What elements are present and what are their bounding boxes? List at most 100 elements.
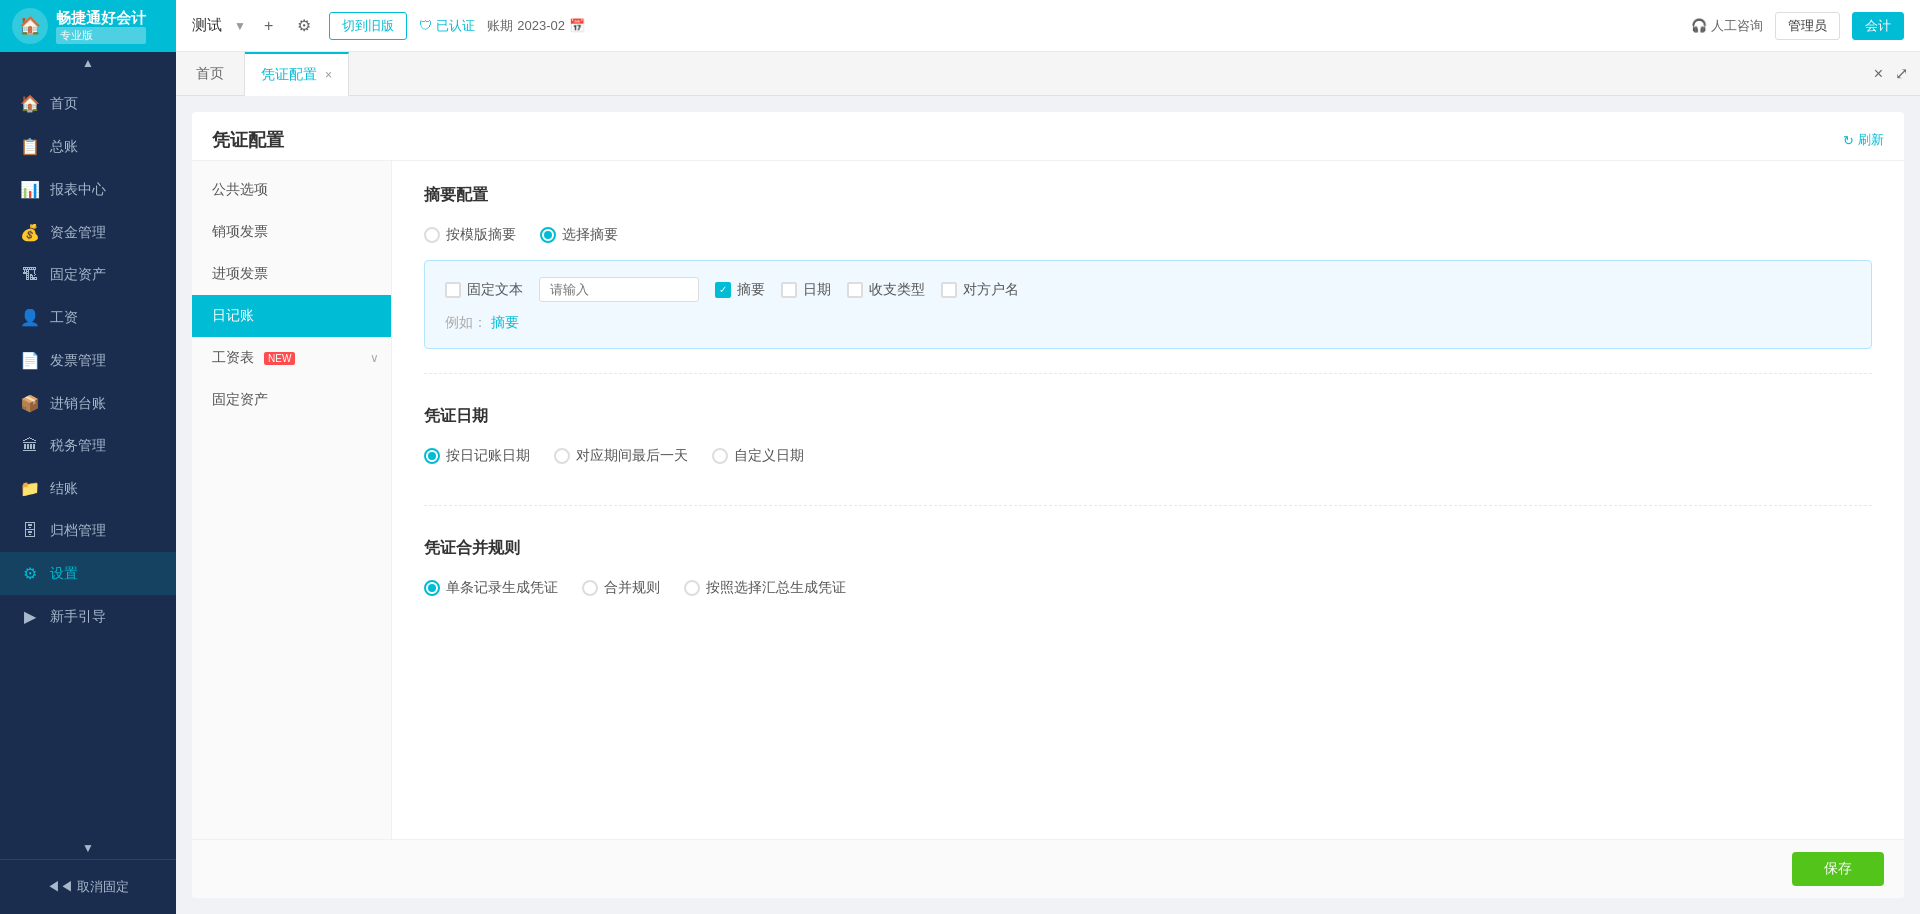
right-content: 摘要配置 按模版摘要 选择摘要 bbox=[392, 161, 1904, 839]
radio-select-merge[interactable]: 按照选择汇总生成凭证 bbox=[684, 579, 846, 597]
calendar-icon[interactable]: 📅 bbox=[569, 18, 585, 33]
close-account-icon: 📁 bbox=[20, 479, 40, 498]
radio-select-summary[interactable]: 选择摘要 bbox=[540, 226, 618, 244]
voucher-date-title: 凭证日期 bbox=[424, 406, 1872, 427]
tab-actions: × ⤢ bbox=[1862, 60, 1920, 87]
radio-merge[interactable]: 合并规则 bbox=[582, 579, 660, 597]
left-nav-sales-invoice[interactable]: 销项发票 bbox=[192, 211, 391, 253]
sidebar-scroll-up[interactable]: ▲ bbox=[0, 52, 176, 74]
left-nav-diary-label: 日记账 bbox=[212, 307, 254, 323]
left-nav-fixed-assets[interactable]: 固定资产 bbox=[192, 379, 391, 421]
sidebar-item-wages-label: 工资 bbox=[50, 309, 78, 327]
left-nav-payroll-label: 工资表 bbox=[212, 349, 254, 367]
radio-merge-circle bbox=[582, 580, 598, 596]
content-area: 凭证配置 ↻ 刷新 公共选项 销项发票 bbox=[176, 96, 1920, 914]
left-nav-sales-invoice-label: 销项发票 bbox=[212, 223, 268, 239]
manager-button[interactable]: 管理员 bbox=[1775, 12, 1840, 40]
checkbox-summary-box: ✓ bbox=[715, 282, 731, 298]
topbar: 测试 ▼ + ⚙ 切到旧版 🛡 已认证 账期 2023-02 📅 🎧 人工咨询 … bbox=[176, 0, 1920, 52]
radio-period-last[interactable]: 对应期间最后一天 bbox=[554, 447, 688, 465]
radio-single[interactable]: 单条记录生成凭证 bbox=[424, 579, 558, 597]
sidebar-item-guide[interactable]: ▶ 新手引导 bbox=[0, 595, 176, 638]
refresh-button[interactable]: ↻ 刷新 bbox=[1843, 131, 1884, 149]
checkbox-counterpart-box bbox=[941, 282, 957, 298]
example-value: 摘要 bbox=[491, 314, 519, 330]
save-button[interactable]: 保存 bbox=[1792, 852, 1884, 886]
checkbox-date-box bbox=[781, 282, 797, 298]
sidebar-item-guide-label: 新手引导 bbox=[50, 608, 106, 626]
checkbox-income-type[interactable]: 收支类型 bbox=[847, 281, 925, 299]
tabbar: 首页 凭证配置 × × ⤢ bbox=[176, 52, 1920, 96]
radio-template-summary[interactable]: 按模版摘要 bbox=[424, 226, 516, 244]
fullscreen-button[interactable]: ⤢ bbox=[1891, 60, 1912, 87]
refresh-label: 刷新 bbox=[1858, 131, 1884, 149]
radio-diary-date-label: 按日记账日期 bbox=[446, 447, 530, 465]
tab-close-icon[interactable]: × bbox=[325, 68, 332, 82]
reports-icon: 📊 bbox=[20, 180, 40, 199]
example-label: 例如： bbox=[445, 314, 487, 330]
tab-home[interactable]: 首页 bbox=[176, 52, 245, 96]
left-nav-purchase-invoice[interactable]: 进项发票 bbox=[192, 253, 391, 295]
radio-diary-date-circle bbox=[424, 448, 440, 464]
consult-button[interactable]: 🎧 人工咨询 bbox=[1691, 17, 1763, 35]
sidebar-item-funds[interactable]: 💰 资金管理 bbox=[0, 211, 176, 254]
new-badge: NEW bbox=[264, 352, 295, 365]
section-voucher-date: 凭证日期 按日记账日期 对应期间最后一天 bbox=[424, 406, 1872, 506]
checkbox-summary[interactable]: ✓ 摘要 bbox=[715, 281, 765, 299]
sidebar-item-home[interactable]: 🏠 首页 bbox=[0, 82, 176, 125]
sidebar: 🏠 畅捷通好会计 专业版 ▲ 🏠 首页 📋 总账 📊 报表中心 💰 bbox=[0, 0, 176, 914]
radio-single-label: 单条记录生成凭证 bbox=[446, 579, 558, 597]
topbar-dropdown[interactable]: ▼ bbox=[234, 19, 246, 33]
left-nav-diary[interactable]: 日记账 bbox=[192, 295, 391, 337]
sidebar-item-archive[interactable]: 🗄 归档管理 bbox=[0, 510, 176, 552]
sidebar-item-settings-label: 设置 bbox=[50, 565, 78, 583]
radio-diary-date[interactable]: 按日记账日期 bbox=[424, 447, 530, 465]
sidebar-item-assets[interactable]: 🏗 固定资产 bbox=[0, 254, 176, 296]
sidebar-item-home-label: 首页 bbox=[50, 95, 78, 113]
sidebar-header: 🏠 畅捷通好会计 专业版 bbox=[0, 0, 176, 52]
inner-layout: 公共选项 销项发票 进项发票 日记账 工资表 bbox=[192, 161, 1904, 839]
chevron-down-icon: ∨ bbox=[370, 351, 379, 365]
checkbox-fixed-text-label: 固定文本 bbox=[467, 281, 523, 299]
sidebar-scroll-down[interactable]: ▼ bbox=[0, 837, 176, 859]
switch-old-button[interactable]: 切到旧版 bbox=[329, 12, 407, 40]
radio-custom-date[interactable]: 自定义日期 bbox=[712, 447, 804, 465]
sidebar-item-invoices[interactable]: 📄 发票管理 bbox=[0, 339, 176, 382]
checkbox-fixed-text[interactable]: 固定文本 bbox=[445, 281, 523, 299]
invoices-icon: 📄 bbox=[20, 351, 40, 370]
voucher-date-radio-group: 按日记账日期 对应期间最后一天 自定义日期 bbox=[424, 447, 1872, 465]
left-nav-payroll[interactable]: 工资表 NEW ∨ bbox=[192, 337, 391, 379]
archive-icon: 🗄 bbox=[20, 522, 40, 540]
cancel-fixed-button[interactable]: ◀◀ 取消固定 bbox=[0, 870, 176, 904]
close-window-button[interactable]: × bbox=[1870, 61, 1887, 87]
sidebar-item-ledger[interactable]: 📋 总账 bbox=[0, 125, 176, 168]
checkbox-income-type-label: 收支类型 bbox=[869, 281, 925, 299]
radio-single-circle bbox=[424, 580, 440, 596]
period-value: 2023-02 bbox=[517, 18, 565, 33]
sidebar-item-wages[interactable]: 👤 工资 bbox=[0, 296, 176, 339]
sidebar-item-close[interactable]: 📁 结账 bbox=[0, 467, 176, 510]
sidebar-item-reports[interactable]: 📊 报表中心 bbox=[0, 168, 176, 211]
summary-config-title: 摘要配置 bbox=[424, 185, 1872, 206]
sidebar-item-sales-label: 进销台账 bbox=[50, 395, 106, 413]
topbar-settings-button[interactable]: ⚙ bbox=[291, 12, 317, 39]
funds-icon: 💰 bbox=[20, 223, 40, 242]
sidebar-item-ledger-label: 总账 bbox=[50, 138, 78, 156]
summary-radio-group: 按模版摘要 选择摘要 bbox=[424, 226, 1872, 244]
tab-voucher-config[interactable]: 凭证配置 × bbox=[245, 52, 349, 96]
sidebar-item-sales[interactable]: 📦 进销台账 bbox=[0, 382, 176, 425]
left-nav-public[interactable]: 公共选项 bbox=[192, 169, 391, 211]
topbar-add-button[interactable]: + bbox=[258, 13, 279, 39]
checkbox-counterpart[interactable]: 对方户名 bbox=[941, 281, 1019, 299]
guide-icon: ▶ bbox=[20, 607, 40, 626]
fixed-text-input[interactable] bbox=[539, 277, 699, 302]
left-nav-purchase-invoice-label: 进项发票 bbox=[212, 265, 268, 281]
page-title: 凭证配置 bbox=[212, 128, 284, 152]
cancel-fixed-label: ◀◀ 取消固定 bbox=[47, 878, 129, 896]
sidebar-item-tax[interactable]: 🏛 税务管理 bbox=[0, 425, 176, 467]
sidebar-item-settings[interactable]: ⚙ 设置 bbox=[0, 552, 176, 595]
checkbox-date[interactable]: 日期 bbox=[781, 281, 831, 299]
ledger-icon: 📋 bbox=[20, 137, 40, 156]
accountant-button[interactable]: 会计 bbox=[1852, 12, 1904, 40]
period-display: 账期 2023-02 📅 bbox=[487, 17, 585, 35]
